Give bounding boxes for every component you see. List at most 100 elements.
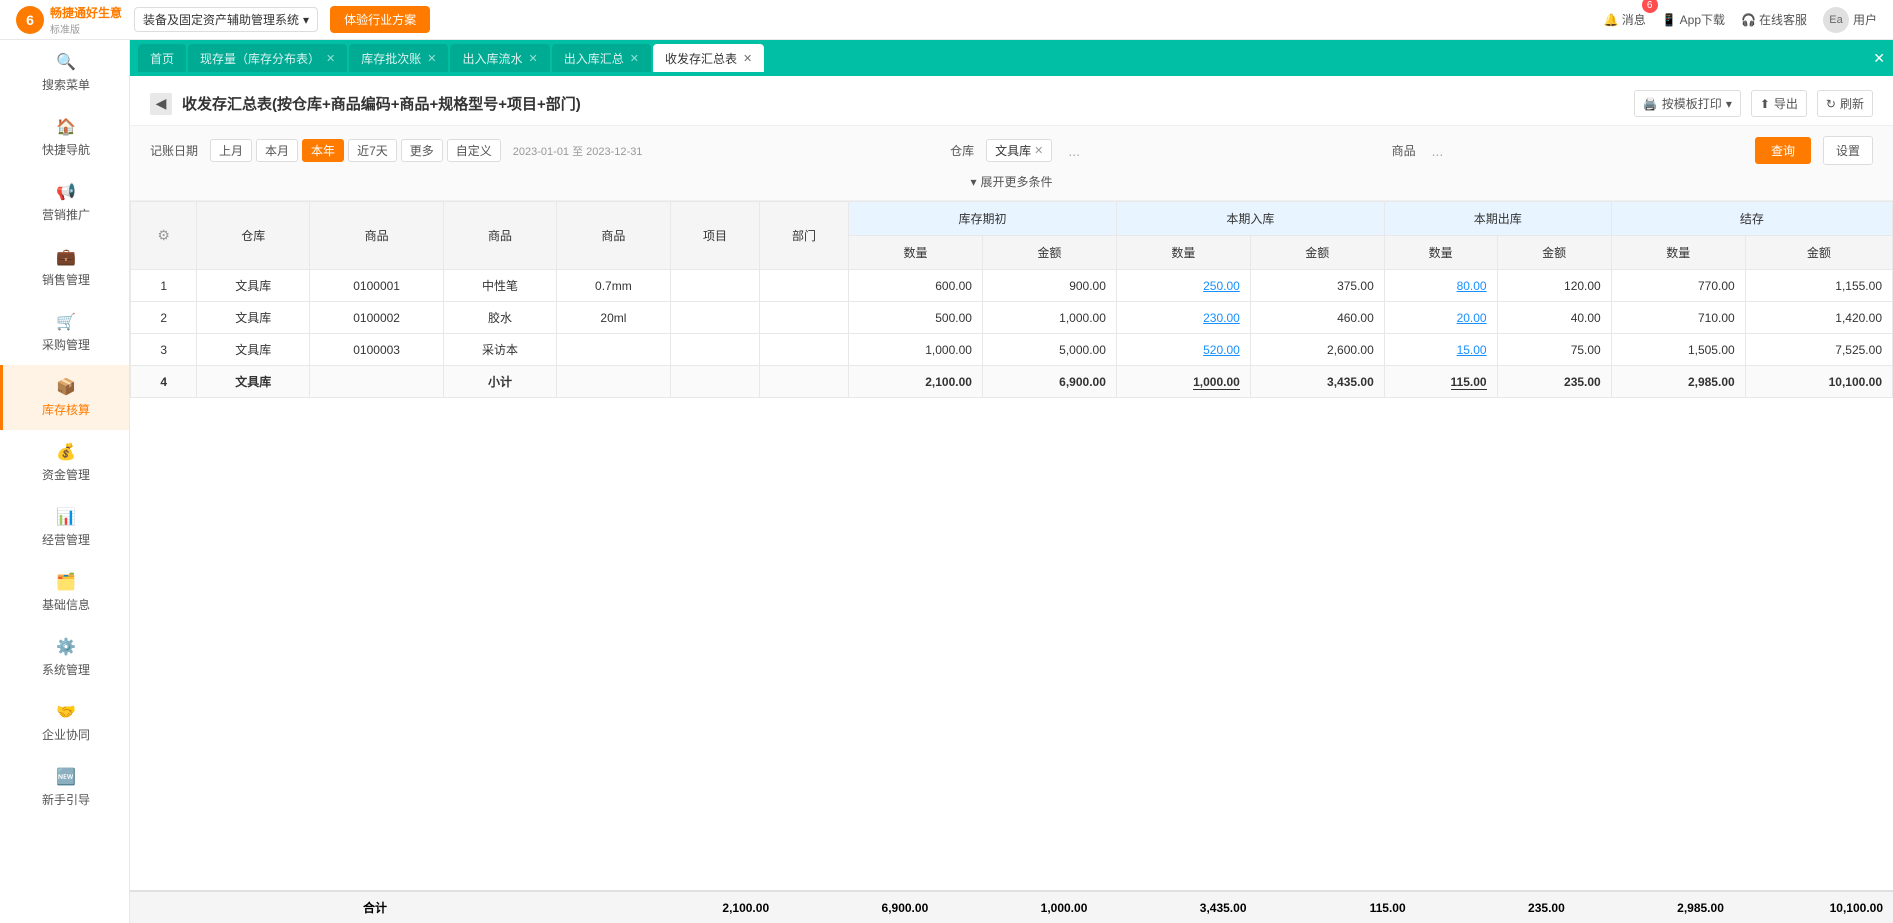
content-area: 首页 现存量（库存分布表） ✕ 库存批次账 ✕ 出入库流水 ✕ 出入库汇总 ✕ …: [130, 40, 1893, 923]
user-btn[interactable]: Ea 用户: [1823, 7, 1877, 33]
sidebar-item-guide[interactable]: 🆕 新手引导: [0, 755, 129, 820]
query-button[interactable]: 查询: [1755, 137, 1811, 164]
row-warehouse: 文具库: [197, 270, 310, 302]
sidebar-item-enterprise[interactable]: 🤝 企业协同: [0, 690, 129, 755]
row-close-qty: 710.00: [1611, 302, 1745, 334]
operation-icon: 📊: [56, 507, 76, 527]
sidebar-item-quick[interactable]: 🏠 快捷导航: [0, 105, 129, 170]
goods-filter-dots[interactable]: ...: [1428, 143, 1448, 159]
tab-inout-flow[interactable]: 出入库流水 ✕: [450, 44, 549, 72]
row-open-amt: 1,000.00: [982, 302, 1116, 334]
tab-batch-close[interactable]: ✕: [427, 52, 436, 65]
tab-recv-send[interactable]: 收发存汇总表 ✕: [653, 44, 764, 72]
system-selector[interactable]: 装备及固定资产辅助管理系统 ▾: [134, 7, 318, 32]
col-header-department: 部门: [759, 202, 848, 270]
row-in-amt: 2,600.00: [1250, 334, 1384, 366]
date-btn-7days[interactable]: 近7天: [348, 139, 397, 162]
warehouse-tag-value: 文具库: [995, 142, 1031, 159]
col-subheader-in-amt: 金额: [1250, 236, 1384, 270]
sidebar-item-finance[interactable]: 💰 资金管理: [0, 430, 129, 495]
refresh-btn[interactable]: ↻ 刷新: [1817, 90, 1873, 117]
row-spec: 20ml: [556, 302, 670, 334]
tab-batch-label: 库存批次账: [361, 50, 421, 67]
total-close-amt: 10,100.00: [1734, 901, 1893, 915]
sidebar-item-system[interactable]: ⚙️ 系统管理: [0, 625, 129, 690]
table-settings-icon[interactable]: ⚙: [157, 227, 170, 243]
row-open-qty: 500.00: [849, 302, 983, 334]
tab-home[interactable]: 首页: [138, 44, 186, 72]
tab-stock-dist-close[interactable]: ✕: [326, 52, 335, 65]
row-in-qty[interactable]: 520.00: [1116, 334, 1250, 366]
app-download-btn[interactable]: 📱 App下载: [1662, 11, 1725, 28]
row-close-amt: 1,420.00: [1745, 302, 1892, 334]
sidebar-item-sales[interactable]: 💼 销售管理: [0, 235, 129, 300]
sidebar-label-operation: 经营管理: [42, 531, 90, 548]
inventory-icon: 📦: [56, 377, 76, 397]
row-in-qty[interactable]: 230.00: [1116, 302, 1250, 334]
table-total-row: 合计 2,100.00 6,900.00 1,000.00 3,435.00 1…: [130, 890, 1893, 923]
col-header-warehouse: 仓库: [197, 202, 310, 270]
row-in-qty[interactable]: 250.00: [1116, 270, 1250, 302]
subtotal-close-qty: 2,985.00: [1611, 366, 1745, 398]
system-icon: ⚙️: [56, 637, 76, 657]
col-header-opening: 库存期初: [849, 202, 1117, 236]
row-out-qty[interactable]: 80.00: [1384, 270, 1497, 302]
tab-inout-summary[interactable]: 出入库汇总 ✕: [552, 44, 651, 72]
toggle-expand-btn[interactable]: ◀: [150, 93, 172, 115]
row-spec: [556, 334, 670, 366]
row-open-amt: 900.00: [982, 270, 1116, 302]
mobile-icon: 📱: [1662, 13, 1677, 27]
row-project: [670, 270, 759, 302]
warehouse-tag[interactable]: 文具库 ✕: [986, 139, 1052, 162]
date-btn-prev-month[interactable]: 上月: [210, 139, 252, 162]
row-name: 采访本: [444, 334, 557, 366]
tab-inout-summary-close[interactable]: ✕: [630, 52, 639, 65]
print-template-btn[interactable]: 🖨️ 按模板打印 ▾: [1634, 90, 1741, 117]
col-header-name: 商品: [444, 202, 557, 270]
subtotal-row: 4 文具库 小计 2,100.00 6,900.00 1,000.00 3,43…: [131, 366, 1893, 398]
online-service-btn[interactable]: 🎧 在线客服: [1741, 11, 1807, 28]
row-out-qty[interactable]: 20.00: [1384, 302, 1497, 334]
tab-inout-flow-close[interactable]: ✕: [529, 52, 538, 65]
sidebar-item-marketing[interactable]: 📢 营销推广: [0, 170, 129, 235]
tab-batch[interactable]: 库存批次账 ✕: [349, 44, 448, 72]
col-header-settings[interactable]: ⚙: [131, 202, 197, 270]
date-btn-this-month[interactable]: 本月: [256, 139, 298, 162]
sidebar: 🔍 搜索菜单 🏠 快捷导航 📢 营销推广 💼 销售管理 🛒 采购管理 📦 库存核…: [0, 40, 130, 923]
subtotal-spec: [556, 366, 670, 398]
user-avatar: Ea: [1823, 7, 1849, 33]
filter-row-expand: ▾ 展开更多条件: [150, 173, 1873, 190]
tab-bar-close-all[interactable]: ✕: [1873, 50, 1885, 67]
date-btn-this-year[interactable]: 本年: [302, 139, 344, 162]
row-close-amt: 7,525.00: [1745, 334, 1892, 366]
sidebar-item-basic[interactable]: 🗂️ 基础信息: [0, 560, 129, 625]
row-in-amt: 460.00: [1250, 302, 1384, 334]
logo-icon: 6: [16, 6, 44, 34]
export-btn[interactable]: ⬆ 导出: [1751, 90, 1807, 117]
expand-arrow-icon: ▾: [970, 175, 976, 189]
row-out-qty[interactable]: 15.00: [1384, 334, 1497, 366]
sidebar-item-operation[interactable]: 📊 经营管理: [0, 495, 129, 560]
dropdown-arrow-icon: ▾: [1726, 97, 1732, 111]
warehouse-filter-dots[interactable]: ...: [1064, 143, 1084, 159]
row-out-amt: 40.00: [1497, 302, 1611, 334]
notifications-btn[interactable]: 🔔 消息 6: [1604, 11, 1646, 28]
sidebar-label-finance: 资金管理: [42, 466, 90, 483]
settings-button[interactable]: 设置: [1823, 136, 1873, 165]
expand-conditions-btn[interactable]: ▾ 展开更多条件: [970, 173, 1052, 190]
sidebar-item-search[interactable]: 🔍 搜索菜单: [0, 40, 129, 105]
subtotal-department: [759, 366, 848, 398]
date-btn-custom[interactable]: 自定义: [447, 139, 501, 162]
data-table: ⚙ 仓库 商品 商品 商品 项目 部门 库存期初 本期入库 本期出库 结存: [130, 201, 1893, 398]
tab-recv-send-close[interactable]: ✕: [743, 52, 752, 65]
sidebar-item-inventory[interactable]: 📦 库存核算: [0, 365, 129, 430]
row-open-qty: 1,000.00: [849, 334, 983, 366]
sidebar-item-purchase[interactable]: 🛒 采购管理: [0, 300, 129, 365]
tab-stock-dist[interactable]: 现存量（库存分布表） ✕: [188, 44, 347, 72]
trial-button[interactable]: 体验行业方案: [330, 6, 430, 33]
date-btn-more[interactable]: 更多: [401, 139, 443, 162]
row-open-amt: 5,000.00: [982, 334, 1116, 366]
col-subheader-out-qty: 数量: [1384, 236, 1497, 270]
subtotal-num: 4: [131, 366, 197, 398]
warehouse-tag-remove[interactable]: ✕: [1034, 144, 1043, 157]
